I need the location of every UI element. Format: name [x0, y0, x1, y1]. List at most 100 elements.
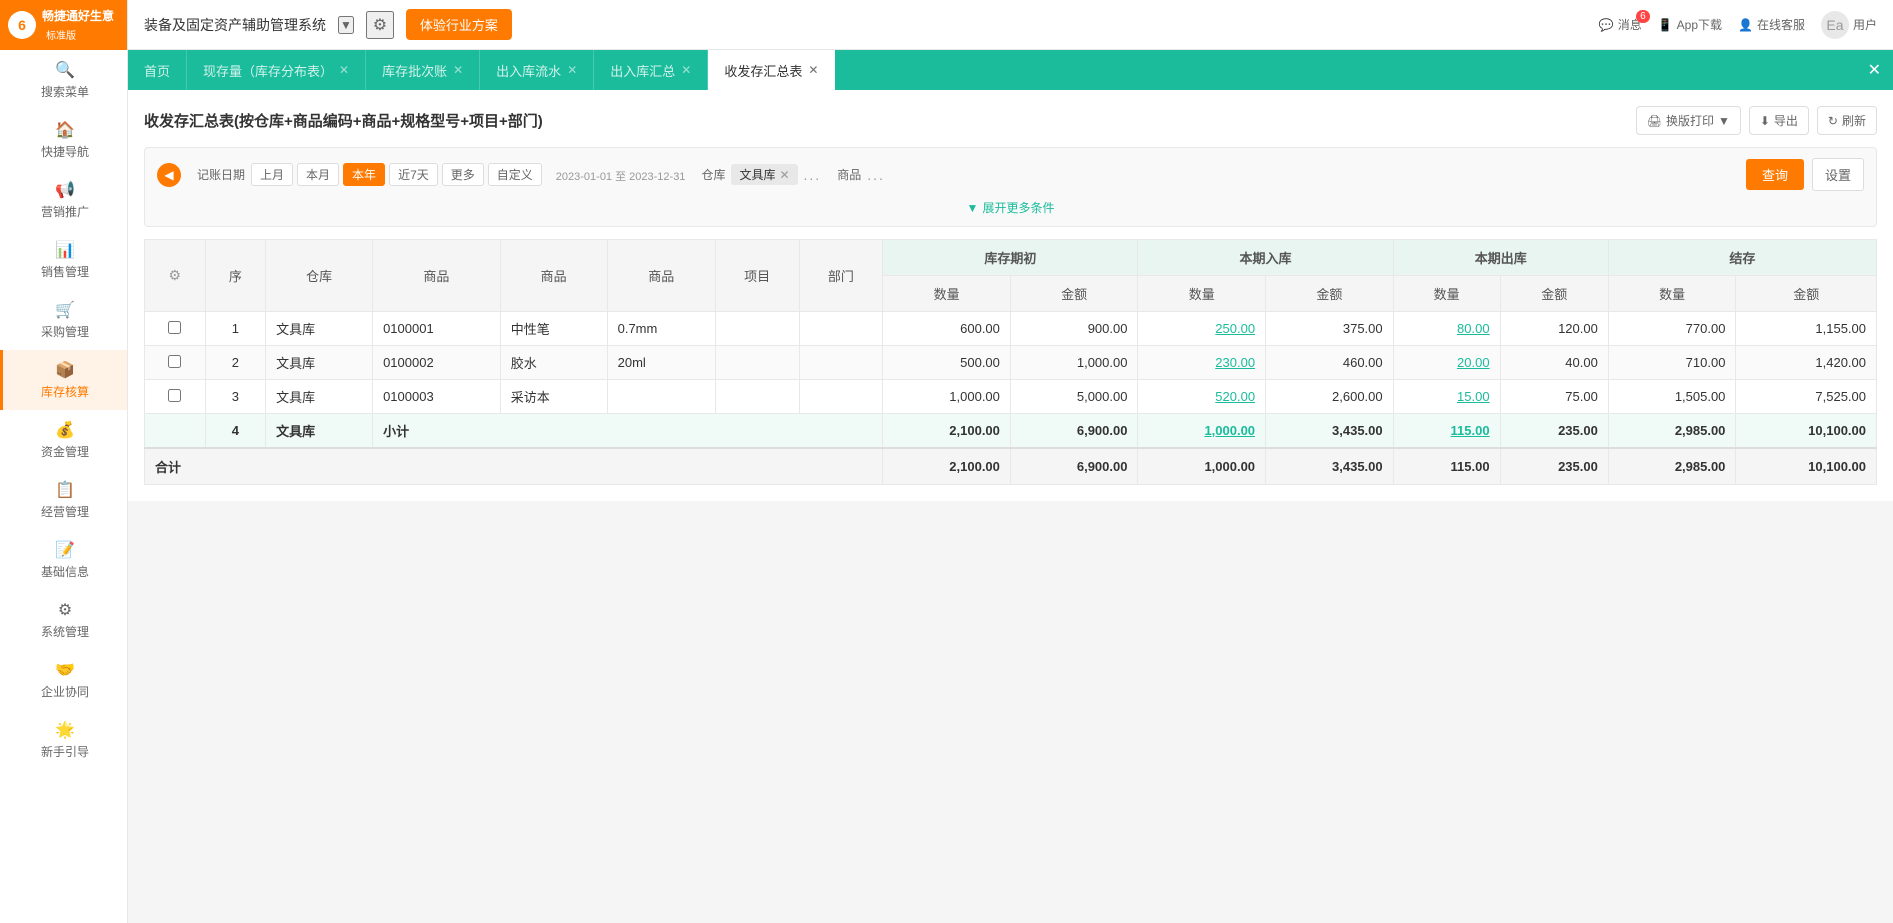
download-icon: 📱: [1658, 18, 1673, 32]
total-label: 合计: [145, 448, 883, 485]
filter-settings-button[interactable]: 设置: [1812, 158, 1864, 191]
sidebar-item-business[interactable]: 📋经营管理: [0, 470, 127, 530]
col-settings[interactable]: ⚙: [145, 240, 206, 312]
row-goods-name-2: 采访本: [500, 380, 607, 414]
tab-close-in-out-summary[interactable]: ✕: [681, 63, 691, 77]
sidebar-label-inventory: 库存核算: [41, 383, 89, 400]
export-button[interactable]: ⬇ 导出: [1749, 106, 1809, 135]
message-icon: 💬: [1599, 18, 1614, 32]
row-in-qty-1[interactable]: 230.00: [1138, 346, 1266, 380]
refresh-button[interactable]: ↻ 刷新: [1817, 106, 1877, 135]
row-goods-name-0: 中性笔: [500, 312, 607, 346]
online-service-action[interactable]: 👤 在线客服: [1738, 16, 1805, 33]
sidebar-item-quick-nav[interactable]: 🏠快捷导航: [0, 110, 127, 170]
tab-close-inventory-dist[interactable]: ✕: [339, 63, 349, 77]
page-title-bar: 收发存汇总表(按仓库+商品编码+商品+规格型号+项目+部门) 🖨 换版打印 ▼ …: [144, 106, 1877, 135]
row-checkbox-1[interactable]: [145, 346, 206, 380]
warehouse-tag-close[interactable]: ✕: [779, 168, 789, 182]
row-project-0: [715, 312, 799, 346]
page-inner: 收发存汇总表(按仓库+商品编码+商品+规格型号+项目+部门) 🖨 换版打印 ▼ …: [128, 90, 1893, 501]
row-close-amt-1: 1,420.00: [1736, 346, 1877, 380]
tab-inventory-dist[interactable]: 现存量（库存分布表）✕: [187, 50, 366, 90]
table-settings-icon[interactable]: ⚙: [169, 267, 182, 283]
row-checkbox-2[interactable]: [145, 380, 206, 414]
sidebar-item-basic-info[interactable]: 📝基础信息: [0, 530, 127, 590]
sidebar-item-marketing[interactable]: 📢营销推广: [0, 170, 127, 230]
tab-label-home: 首页: [144, 61, 170, 80]
tab-in-out-summary[interactable]: 出入库汇总 ✕: [594, 50, 708, 90]
col-dept-header: 部门: [799, 240, 883, 312]
user-action[interactable]: Ea 用户: [1821, 11, 1877, 39]
app-download-action[interactable]: 📱 App下载: [1658, 16, 1722, 33]
goods-ellipsis[interactable]: ...: [867, 167, 885, 183]
sidebar-item-search[interactable]: 🔍搜索菜单: [0, 50, 127, 110]
print-button[interactable]: 🖨 换版打印 ▼: [1636, 106, 1741, 135]
tab-home[interactable]: 首页: [128, 50, 187, 90]
query-button[interactable]: 查询: [1746, 159, 1804, 190]
row-close-qty-2: 1,505.00: [1608, 380, 1736, 414]
sidebar-item-system[interactable]: ⚙系统管理: [0, 590, 127, 650]
tab-close-batch-account[interactable]: ✕: [453, 63, 463, 77]
row-dept-2: [799, 380, 883, 414]
query-actions: 查询 设置: [1746, 158, 1864, 191]
page-title: 收发存汇总表(按仓库+商品编码+商品+规格型号+项目+部门): [144, 110, 543, 131]
subtotal-label: 小计: [373, 414, 883, 449]
row-close-amt-0: 1,155.00: [1736, 312, 1877, 346]
settings-icon-btn[interactable]: ⚙: [366, 11, 394, 39]
goods-filter: 商品 ...: [837, 166, 885, 183]
tab-label-in-out-summary: 出入库汇总: [610, 61, 675, 80]
subtotal-in-qty[interactable]: 1,000.00: [1138, 414, 1266, 449]
sidebar-item-sales[interactable]: 📊销售管理: [0, 230, 127, 290]
row-out-qty-1[interactable]: 20.00: [1393, 346, 1500, 380]
subtotal-out-qty[interactable]: 115.00: [1393, 414, 1500, 449]
sidebar-item-enterprise[interactable]: 🤝企业协同: [0, 650, 127, 710]
trial-button[interactable]: 体验行业方案: [406, 9, 512, 40]
table-row: 1 文具库 0100001 中性笔 0.7mm 600.00 900.00 25…: [145, 312, 1877, 346]
total-in-qty: 1,000.00: [1138, 448, 1266, 485]
tab-bar-close[interactable]: ✕: [1856, 60, 1893, 80]
sidebar-label-search: 搜索菜单: [41, 83, 89, 100]
date-btn-this-year[interactable]: 本年: [343, 163, 385, 186]
row-in-qty-0[interactable]: 250.00: [1138, 312, 1266, 346]
new-guide-icon: 🌟: [55, 720, 75, 740]
sidebar-item-purchase[interactable]: 🛒采购管理: [0, 290, 127, 350]
header-right: 💬 消息 6 📱 App下载 👤 在线客服 Ea 用户: [1599, 11, 1877, 39]
col-out-qty-header: 数量: [1393, 276, 1500, 312]
sidebar-label-purchase: 采购管理: [41, 323, 89, 340]
date-btn-prev-month[interactable]: 上月: [251, 163, 293, 186]
tab-label-in-out-flow: 出入库流水: [496, 61, 561, 80]
warehouse-ellipsis[interactable]: ...: [804, 167, 822, 183]
tab-receive-send-summary[interactable]: 收发存汇总表✕: [708, 50, 835, 90]
date-btn-custom[interactable]: 自定义: [488, 163, 542, 186]
sidebar-item-new-guide[interactable]: 🌟新手引导: [0, 710, 127, 770]
date-btn-7days[interactable]: 近7天: [389, 163, 438, 186]
system-dropdown[interactable]: ▼: [338, 16, 354, 34]
row-close-amt-2: 7,525.00: [1736, 380, 1877, 414]
row-warehouse-1: 文具库: [266, 346, 373, 380]
sidebar-label-business: 经营管理: [41, 503, 89, 520]
row-warehouse-2: 文具库: [266, 380, 373, 414]
filter-area: ◀ 记账日期 上月 本月 本年 近7天 更多 自定义: [144, 147, 1877, 227]
col-in-header: 本期入库: [1138, 240, 1393, 276]
row-out-qty-2[interactable]: 15.00: [1393, 380, 1500, 414]
data-table: ⚙ 序 仓库 商品 商品 商品 项目 部门 库存期初 本期入库: [144, 239, 1877, 485]
tab-in-out-flow[interactable]: 出入库流水 ✕: [480, 50, 594, 90]
sidebar-item-finance[interactable]: 💰资金管理: [0, 410, 127, 470]
total-out-amt: 235.00: [1500, 448, 1608, 485]
date-btn-more[interactable]: 更多: [442, 163, 484, 186]
row-in-amt-0: 375.00: [1266, 312, 1394, 346]
tab-label-batch-account: 库存批次账: [382, 61, 447, 80]
filter-collapse-btn[interactable]: ◀: [157, 163, 181, 187]
row-in-qty-2[interactable]: 520.00: [1138, 380, 1266, 414]
date-btn-this-month[interactable]: 本月: [297, 163, 339, 186]
sidebar-label-basic-info: 基础信息: [41, 563, 89, 580]
table-row: 2 文具库 0100002 胶水 20ml 500.00 1,000.00 23…: [145, 346, 1877, 380]
row-out-qty-0[interactable]: 80.00: [1393, 312, 1500, 346]
message-action[interactable]: 💬 消息 6: [1599, 16, 1642, 33]
tab-batch-account[interactable]: 库存批次账 ✕: [366, 50, 480, 90]
expand-conditions-btn[interactable]: ▼ 展开更多条件: [157, 199, 1864, 216]
sidebar-item-inventory[interactable]: 📦库存核算: [0, 350, 127, 410]
tab-close-in-out-flow[interactable]: ✕: [567, 63, 577, 77]
row-checkbox-0[interactable]: [145, 312, 206, 346]
tab-close-receive-send-summary[interactable]: ✕: [808, 63, 818, 77]
